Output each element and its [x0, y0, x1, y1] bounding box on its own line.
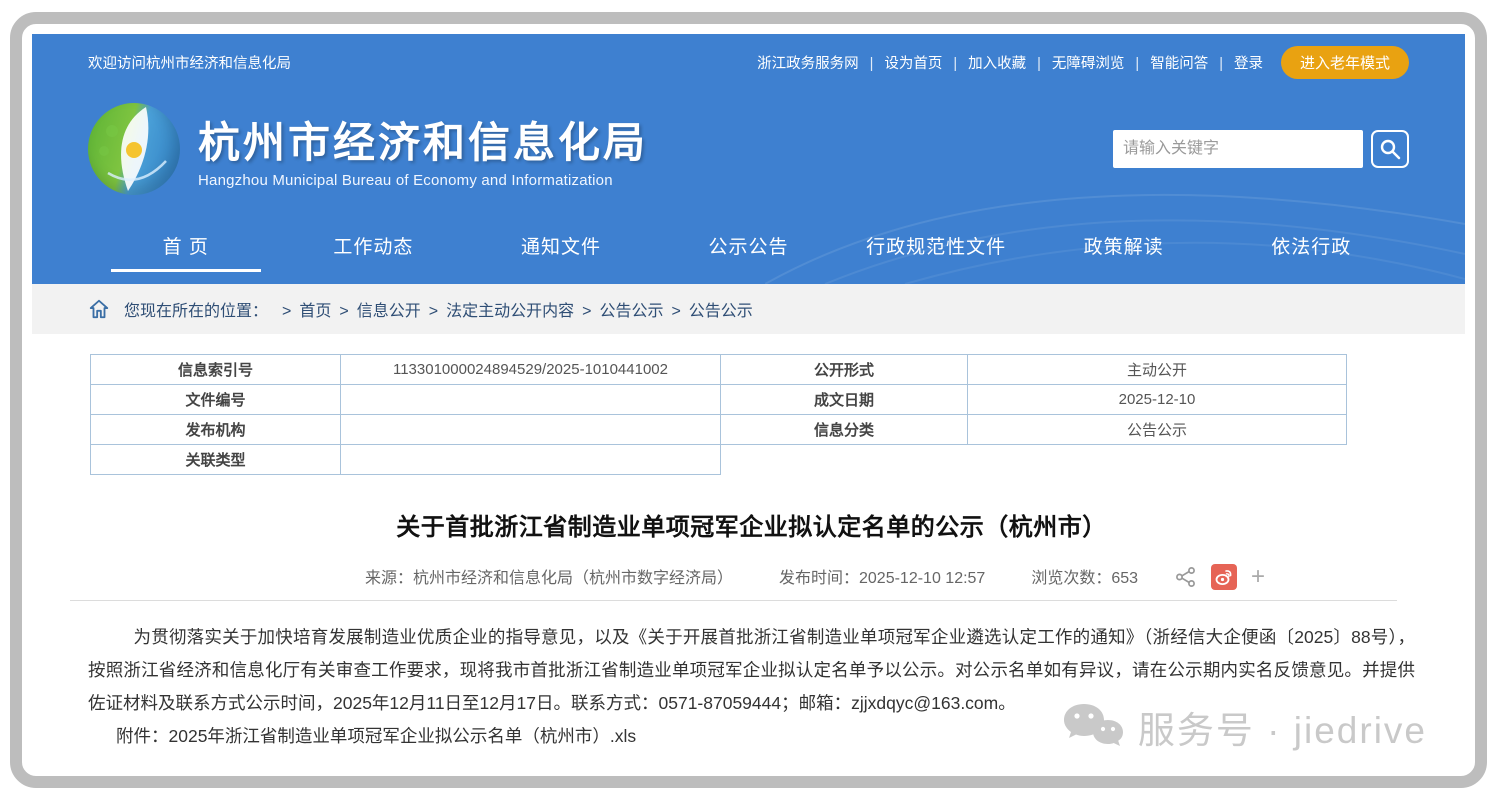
breadcrumb-statutory-content[interactable]: 法定主动公开内容 — [421, 297, 574, 321]
breadcrumb-prefix: 您现在所在的位置： — [124, 297, 268, 321]
breadcrumb-current: 公告公示 — [663, 297, 752, 321]
share-tools: + — [1175, 564, 1265, 590]
info-index-label: 信息索引号 — [91, 355, 341, 385]
source-label: 来源： — [365, 570, 413, 587]
toplink-set-homepage[interactable]: 设为首页 — [859, 52, 943, 73]
brand-bar: 杭州市经济和信息化局 Hangzhou Municipal Bureau of … — [32, 90, 1465, 207]
issue-date-value: 2025-12-10 — [968, 385, 1347, 415]
open-form-value: 主动公开 — [968, 355, 1347, 385]
publish-time-label: 发布时间： — [779, 570, 859, 587]
attachment-link[interactable]: 附件：2025年浙江省制造业单项冠军企业拟公示名单（杭州市）.xls — [116, 726, 636, 746]
publisher-label: 发布机构 — [91, 415, 341, 445]
home-icon — [88, 298, 110, 320]
issue-date-label: 成文日期 — [721, 385, 968, 415]
meta-divider — [70, 600, 1397, 601]
wechat-icon — [1062, 702, 1124, 752]
page-frame: 欢迎访问杭州市经济和信息化局 浙江政务服务网 设为首页 加入收藏 无障碍浏览 智… — [10, 12, 1487, 788]
toplink-login[interactable]: 登录 — [1208, 52, 1263, 73]
search-input[interactable] — [1113, 130, 1363, 168]
nav-item-announcements[interactable]: 公示公告 — [655, 207, 843, 284]
toplink-zhejiang-gov[interactable]: 浙江政务服务网 — [757, 52, 859, 73]
nav-item-regulatory-docs[interactable]: 行政规范性文件 — [842, 207, 1030, 284]
info-index-value: 113301000024894529/2025-1010441002 — [341, 355, 721, 385]
active-tab-indicator — [111, 269, 261, 272]
breadcrumb: 您现在所在的位置： 首页 信息公开 法定主动公开内容 公告公示 公告公示 — [32, 284, 1465, 334]
site-subtitle: Hangzhou Municipal Bureau of Economy and… — [198, 172, 648, 189]
search-button[interactable] — [1371, 130, 1409, 168]
search-bar — [1113, 130, 1409, 168]
topbar-links: 浙江政务服务网 设为首页 加入收藏 无障碍浏览 智能问答 登录 进入老年模式 — [757, 46, 1409, 79]
bureau-logo — [88, 103, 180, 195]
attachment-label: 附件： — [116, 726, 169, 746]
info-category-value: 公告公示 — [968, 415, 1347, 445]
toplink-smart-qa[interactable]: 智能问答 — [1124, 52, 1208, 73]
breadcrumb-info-disclosure[interactable]: 信息公开 — [331, 297, 420, 321]
watermark: 服务号 · jiedrive — [1062, 700, 1427, 754]
more-share-icon[interactable]: + — [1251, 567, 1265, 587]
nav-item-policy-interpretation[interactable]: 政策解读 — [1030, 207, 1218, 284]
views-label: 浏览次数： — [1031, 570, 1111, 587]
related-type-value — [341, 445, 721, 475]
site-header: 欢迎访问杭州市经济和信息化局 浙江政务服务网 设为首页 加入收藏 无障碍浏览 智… — [32, 34, 1465, 284]
table-row: 发布机构 信息分类 公告公示 — [91, 415, 1347, 445]
source-value: 杭州市经济和信息化局（杭州市数字经济局） — [413, 570, 733, 587]
table-row: 信息索引号 113301000024894529/2025-1010441002… — [91, 355, 1347, 385]
breadcrumb-home[interactable]: 首页 — [274, 297, 331, 321]
publisher-value — [341, 415, 721, 445]
brand-text: 杭州市经济和信息化局 Hangzhou Municipal Bureau of … — [198, 109, 648, 189]
table-row: 文件编号 成文日期 2025-12-10 — [91, 385, 1347, 415]
toplink-accessibility[interactable]: 无障碍浏览 — [1026, 52, 1124, 73]
info-table: 信息索引号 113301000024894529/2025-1010441002… — [90, 354, 1347, 475]
attachment-filename: 2025年浙江省制造业单项冠军企业拟公示名单（杭州市）.xls — [169, 726, 637, 746]
article-meta: 来源：杭州市经济和信息化局（杭州市数字经济局） 发布时间：2025-12-10 1… — [88, 564, 1415, 590]
welcome-text: 欢迎访问杭州市经济和信息化局 — [88, 52, 291, 73]
article-area: 信息索引号 113301000024894529/2025-1010441002… — [32, 354, 1465, 753]
nav-item-notices[interactable]: 通知文件 — [467, 207, 655, 284]
doc-number-value — [341, 385, 721, 415]
doc-number-label: 文件编号 — [91, 385, 341, 415]
page-title: 关于首批浙江省制造业单项冠军企业拟认定名单的公示（杭州市） — [88, 507, 1415, 542]
weibo-share-icon[interactable] — [1211, 564, 1237, 590]
nav-item-home[interactable]: 首 页 — [92, 207, 280, 284]
related-type-label: 关联类型 — [91, 445, 341, 475]
search-icon — [1379, 138, 1401, 160]
publish-time-value: 2025-12-10 12:57 — [859, 570, 985, 587]
watermark-text: 服务号 · jiedrive — [1138, 700, 1427, 754]
share-icon[interactable] — [1175, 566, 1197, 588]
info-category-label: 信息分类 — [721, 415, 968, 445]
elder-mode-button[interactable]: 进入老年模式 — [1281, 46, 1409, 79]
toplink-add-favorite[interactable]: 加入收藏 — [942, 52, 1026, 73]
topbar: 欢迎访问杭州市经济和信息化局 浙江政务服务网 设为首页 加入收藏 无障碍浏览 智… — [32, 34, 1465, 90]
site-title: 杭州市经济和信息化局 — [198, 109, 648, 170]
table-row: 关联类型 — [91, 445, 1347, 475]
views-value: 653 — [1111, 570, 1138, 587]
nav-item-work-news[interactable]: 工作动态 — [280, 207, 468, 284]
breadcrumb-announcements[interactable]: 公告公示 — [574, 297, 663, 321]
open-form-label: 公开形式 — [721, 355, 968, 385]
main-nav: 首 页 工作动态 通知文件 公示公告 行政规范性文件 政策解读 依法行政 — [32, 207, 1465, 284]
nav-item-law-admin[interactable]: 依法行政 — [1217, 207, 1405, 284]
webpage: 欢迎访问杭州市经济和信息化局 浙江政务服务网 设为首页 加入收藏 无障碍浏览 智… — [32, 34, 1465, 766]
